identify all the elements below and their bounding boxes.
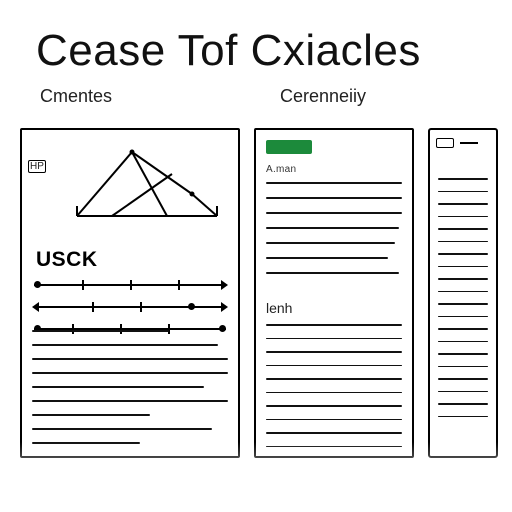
- mini-tag-icon: [436, 138, 454, 148]
- list-top: [266, 182, 402, 287]
- subheading-right: Cerenneiiy: [280, 86, 366, 107]
- title-word-1: Cease: [36, 26, 166, 75]
- card-row: HP USCK: [20, 128, 498, 458]
- subheading-row: Cmentes Cerenneiiy: [0, 86, 512, 107]
- scale-axis-1: [34, 278, 226, 292]
- card-diagram: HP USCK: [20, 128, 240, 458]
- card-top-label: A.man: [266, 164, 296, 175]
- subheading-left: Cmentes: [40, 86, 250, 107]
- mini-dash: [460, 142, 478, 144]
- accent-tab: [266, 140, 312, 154]
- card-mid-label: lenh: [266, 300, 292, 316]
- title-word-3: Cxiacles: [251, 26, 421, 75]
- list-bottom: [266, 324, 402, 459]
- text-lines: [32, 330, 228, 456]
- geometry-figure-icon: [72, 144, 222, 224]
- card-slim: [428, 128, 498, 458]
- card-list: A.man lenh: [254, 128, 414, 458]
- card-heading: USCK: [36, 248, 98, 272]
- list-slim: [438, 178, 488, 428]
- scale-axis-2: [34, 300, 226, 314]
- tag-label: HP: [28, 160, 46, 173]
- page-title: Cease Tof Cxiacles: [0, 0, 512, 86]
- title-word-2: Tof: [178, 26, 238, 75]
